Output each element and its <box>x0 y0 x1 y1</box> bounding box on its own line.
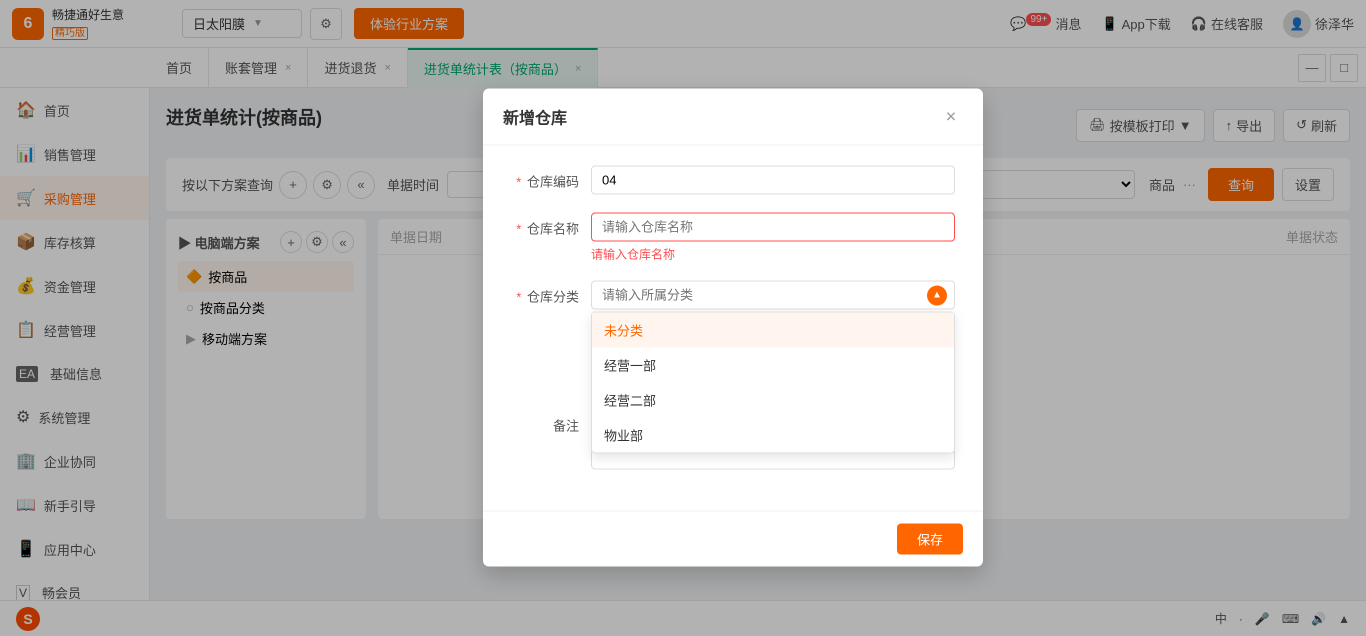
warehouse-code-label: 仓库编码 <box>511 166 591 191</box>
dropdown-item-uncategorized[interactable]: 未分类 <box>592 313 954 348</box>
warehouse-name-input[interactable] <box>591 213 955 242</box>
category-dropdown-list: 未分类 经营一部 经营二部 物业部 <box>591 312 955 454</box>
new-warehouse-modal: 新增仓库 × 仓库编码 仓库名称 请输入仓库名称 仓库分类 <box>483 89 983 567</box>
warehouse-category-input[interactable] <box>591 281 955 310</box>
dropdown-item-dept1[interactable]: 经营一部 <box>592 348 954 383</box>
save-button[interactable]: 保存 <box>897 524 963 555</box>
modal-header: 新增仓库 × <box>483 89 983 146</box>
modal-footer: 保存 <box>483 511 983 567</box>
dropdown-item-property[interactable]: 物业部 <box>592 418 954 453</box>
warehouse-category-row: 仓库分类 ▲ 未分类 经营一部 经营二部 物业部 <box>511 281 955 310</box>
warehouse-name-error: 请输入仓库名称 <box>591 246 955 263</box>
warehouse-category-label: 仓库分类 <box>511 281 591 306</box>
category-dropdown-arrow[interactable]: ▲ <box>927 285 947 305</box>
remark-label: 备注 <box>511 410 591 435</box>
warehouse-code-row: 仓库编码 <box>511 166 955 195</box>
warehouse-name-row: 仓库名称 请输入仓库名称 <box>511 213 955 263</box>
modal-title: 新增仓库 <box>503 105 567 129</box>
warehouse-code-input[interactable] <box>591 166 955 195</box>
modal-body: 仓库编码 仓库名称 请输入仓库名称 仓库分类 ▲ <box>483 146 983 511</box>
modal-close-button[interactable]: × <box>939 105 963 129</box>
warehouse-name-label: 仓库名称 <box>511 213 591 238</box>
dropdown-item-dept2[interactable]: 经营二部 <box>592 383 954 418</box>
